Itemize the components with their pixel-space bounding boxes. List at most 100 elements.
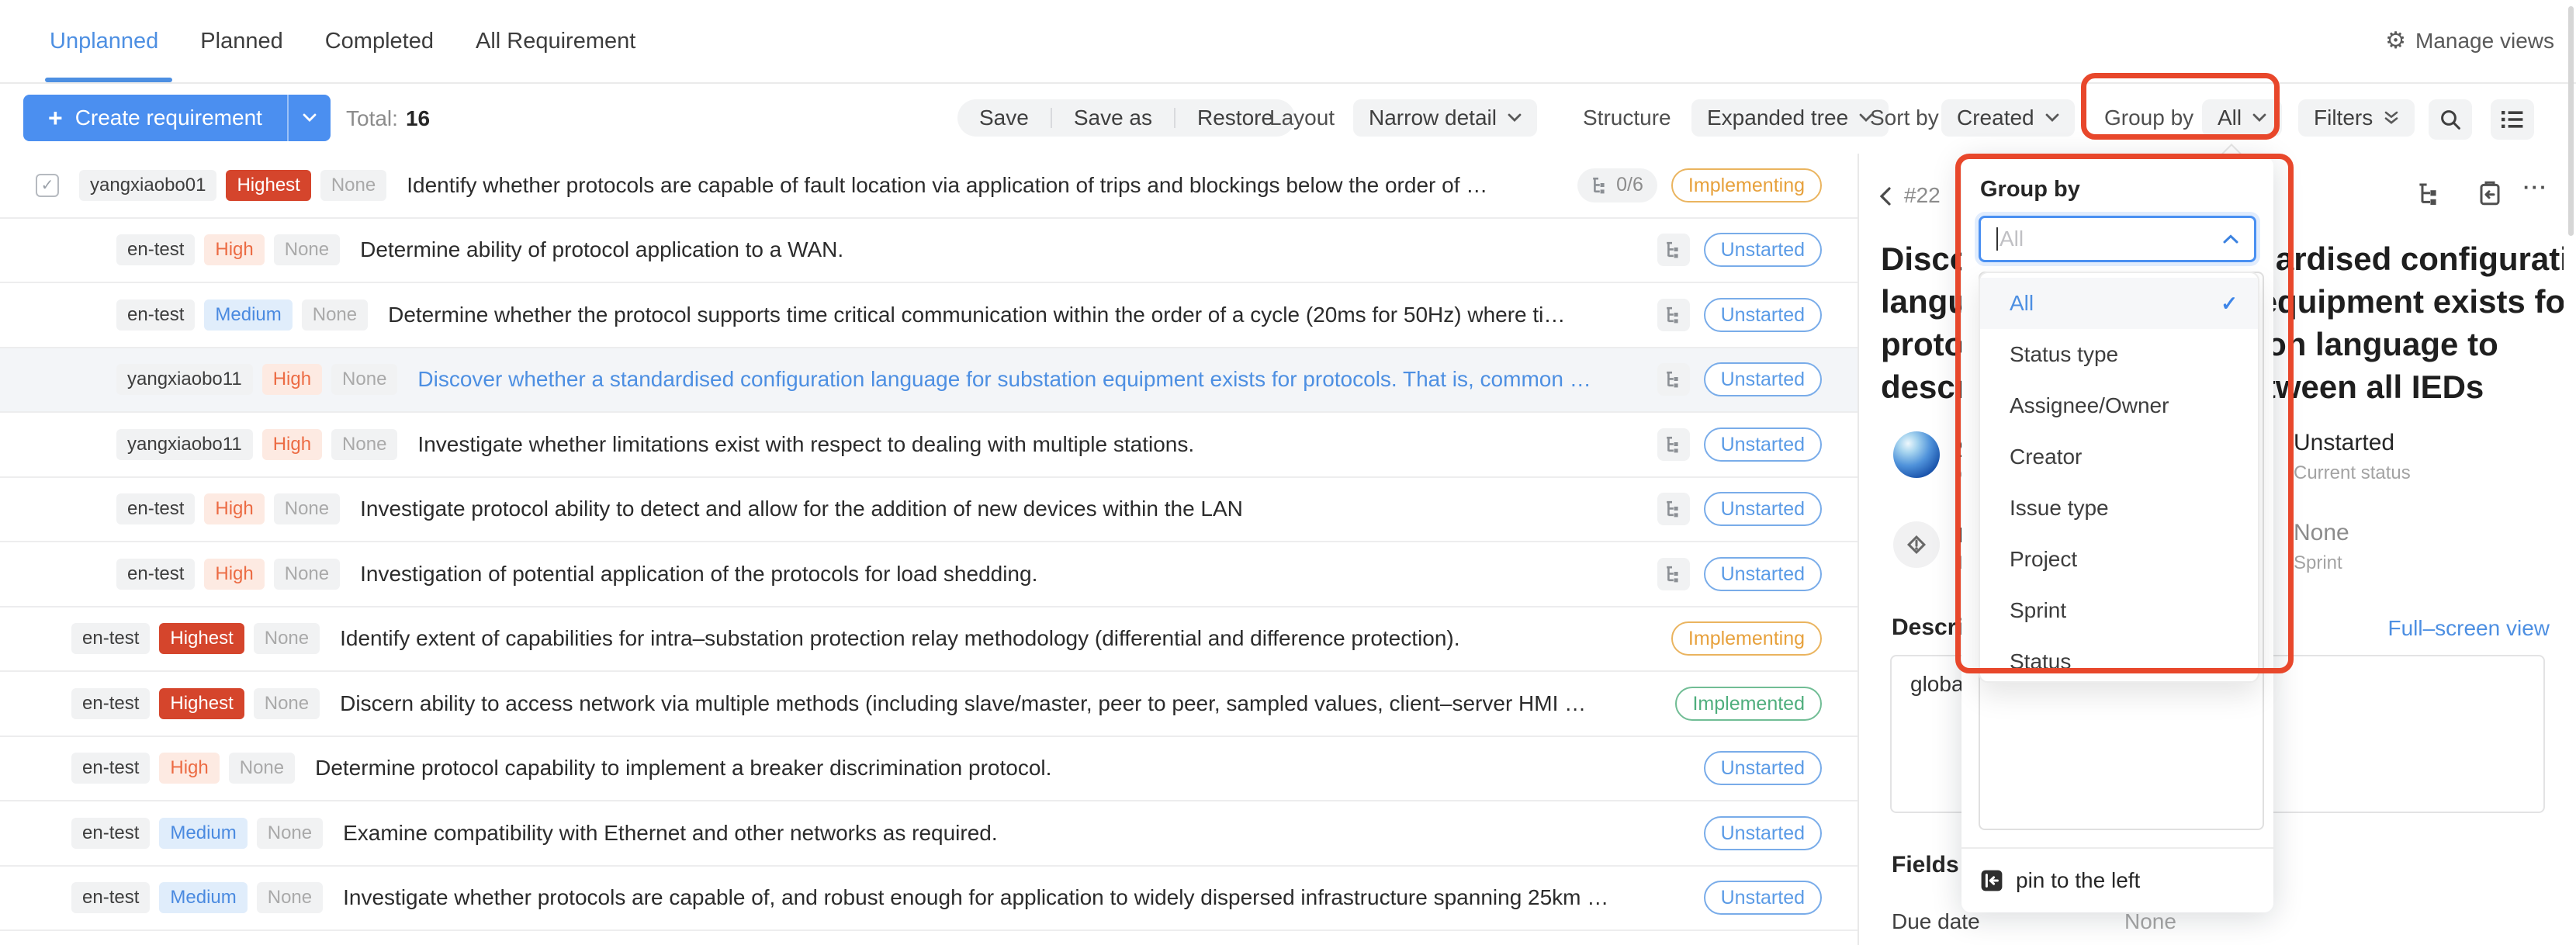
tab-completed[interactable]: Completed	[325, 0, 434, 82]
row-title: Examine compatibility with Ethernet and …	[343, 820, 998, 845]
project-tag: en-test	[71, 623, 151, 655]
table-row[interactable]: en-test High None Determine ability of prot…	[0, 218, 1858, 283]
dropdown-option[interactable]: Status	[1980, 636, 2258, 681]
row-right-cluster: Unstarted	[1657, 542, 1822, 606]
row-title: Discern ability to access network via mu…	[340, 691, 1587, 715]
status-badge[interactable]: Unstarted	[1703, 815, 1822, 850]
tree-button[interactable]	[1657, 557, 1690, 590]
due-date-value[interactable]: None	[2124, 909, 2176, 934]
project-tag: yangxiaobo11	[116, 364, 253, 396]
none-badge: None	[301, 299, 369, 331]
priority-badge: Highest	[159, 623, 244, 655]
dropdown-option[interactable]: All ✓	[1980, 278, 2258, 329]
manage-views-button[interactable]: ⚙ Manage views	[2385, 0, 2554, 82]
tree-button[interactable]	[1657, 363, 1690, 396]
tree-icon	[1666, 436, 1678, 453]
table-row[interactable]: yangxiaobo11 High None Discover whether a s…	[0, 348, 1858, 413]
row-right-cluster: Unstarted	[1657, 219, 1822, 282]
status-badge[interactable]: Unstarted	[1703, 556, 1822, 591]
dropdown-option[interactable]: Assignee/Owner	[1980, 380, 2258, 431]
status-badge[interactable]: Unstarted	[1703, 233, 1822, 268]
status-badge[interactable]: Unstarted	[1703, 492, 1822, 527]
vertical-scrollbar[interactable]	[2568, 6, 2574, 236]
tab-all-requirement[interactable]: All Requirement	[476, 0, 635, 82]
status-badge[interactable]: Unstarted	[1703, 427, 1822, 462]
chevron-up-icon	[2223, 234, 2238, 244]
group-by-input[interactable]: All	[1979, 216, 2256, 262]
create-requirement-button[interactable]: + Create requirement	[23, 95, 331, 141]
table-row[interactable]: en-test Medium None Examine compatibility w…	[0, 801, 1858, 867]
dropdown-option[interactable]: Status type	[1980, 329, 2258, 380]
table-row[interactable]: en-test Highest None Discern ability to acc…	[0, 672, 1858, 737]
save-as-button[interactable]: Save as	[1052, 99, 1174, 137]
save-button[interactable]: Save	[957, 99, 1051, 137]
fullscreen-view-link[interactable]: Full–screen view	[2387, 616, 2550, 641]
project-tag: en-test	[116, 493, 196, 525]
group-by-popup: Group by All All ✓ Status type Assignee/Own…	[1961, 157, 2273, 912]
create-requirement-dropdown[interactable]	[286, 95, 331, 141]
chevron-down-icon	[1508, 113, 1522, 122]
table-row[interactable]: en-test Medium None Investigate whether pro…	[0, 866, 1858, 931]
pin-to-left-button[interactable]: pin to the left	[1961, 849, 2273, 912]
row-right-cluster: Unstarted	[1703, 737, 1822, 801]
dropdown-option[interactable]: Creator	[1980, 431, 2258, 483]
priority-badge: High	[261, 364, 323, 396]
row-right-cluster: 0/6 Implementing	[1577, 154, 1822, 217]
search-button[interactable]	[2429, 99, 2472, 140]
project-tag: en-test	[71, 817, 151, 849]
status-badge[interactable]: Implementing	[1671, 621, 1822, 656]
table-row[interactable]: en-test High None Investigation of potentia…	[0, 542, 1858, 608]
row-title: Investigate whether protocols are capabl…	[343, 885, 1609, 910]
sprint-label: Sprint	[2294, 552, 2342, 573]
layout-select[interactable]: Narrow detail	[1353, 99, 1537, 137]
table-row[interactable]: ✓ yangxiaobo01 Highest None Identify whether…	[0, 154, 1858, 219]
priority-diamond-icon	[1906, 535, 1927, 555]
table-row[interactable]: en-test High None Determine protocol capabi…	[0, 736, 1858, 801]
status-badge[interactable]: Unstarted	[1703, 881, 1822, 916]
display-settings-button[interactable]	[2491, 99, 2534, 140]
tree-icon	[1666, 566, 1678, 583]
tree-button[interactable]	[1657, 493, 1690, 526]
row-checkbox[interactable]: ✓	[36, 173, 59, 197]
hierarchy-icon	[2419, 183, 2436, 205]
priority-badge: High	[261, 428, 323, 460]
tree-button[interactable]	[1657, 428, 1690, 461]
project-tag: en-test	[116, 558, 196, 590]
row-title[interactable]: Discover whether a standardised configur…	[417, 367, 1659, 392]
row-right-cluster: Implementing	[1671, 608, 1822, 671]
table-row[interactable]: yangxiaobo11 High None Investigate whether …	[0, 413, 1858, 478]
status-badge[interactable]: Implementing	[1671, 168, 1822, 202]
sprint-value[interactable]: None	[2294, 520, 2349, 546]
tree-button[interactable]	[1657, 298, 1690, 331]
tab-planned[interactable]: Planned	[200, 0, 282, 82]
table-row[interactable]: en-test Medium None Determine whether the p…	[0, 283, 1858, 348]
tree-button[interactable]	[1657, 234, 1690, 267]
filters-button[interactable]: Filters	[2298, 99, 2415, 137]
sort-by-select[interactable]: Created	[1941, 99, 2075, 137]
status-label: Current status	[2294, 462, 2411, 483]
status-badge[interactable]: Unstarted	[1703, 297, 1822, 332]
popup-title: Group by	[1980, 177, 2080, 202]
status-badge[interactable]: Unstarted	[1703, 751, 1822, 786]
project-tag: yangxiaobo11	[116, 428, 253, 460]
hierarchy-view-button[interactable]	[2416, 182, 2443, 213]
dropdown-option[interactable]: Issue type	[1980, 483, 2258, 534]
subtask-count[interactable]: 0/6	[1577, 168, 1657, 202]
structure-select[interactable]: Expanded tree	[1691, 99, 1889, 137]
status-badge[interactable]: Implemented	[1675, 686, 1822, 721]
group-by-select[interactable]: All	[2202, 99, 2283, 137]
dropdown-option[interactable]: Project	[1980, 534, 2258, 585]
priority-badge: Highest	[226, 169, 311, 201]
none-badge: None	[273, 234, 341, 266]
status-value[interactable]: Unstarted	[2294, 430, 2394, 456]
copy-button[interactable]	[2477, 180, 2503, 213]
dropdown-option[interactable]: Sprint	[1980, 585, 2258, 636]
none-badge: None	[253, 623, 320, 655]
more-button[interactable]: ···	[2523, 175, 2548, 199]
status-badge[interactable]: Unstarted	[1703, 362, 1822, 397]
tab-unplanned[interactable]: Unplanned	[44, 0, 173, 82]
table-row[interactable]: en-test High None Investigate protocol abil…	[0, 477, 1858, 542]
priority-badge: Medium	[204, 299, 293, 331]
table-row[interactable]: en-test Highest None Identify extent of cap…	[0, 607, 1858, 672]
back-button[interactable]	[1879, 183, 1892, 212]
